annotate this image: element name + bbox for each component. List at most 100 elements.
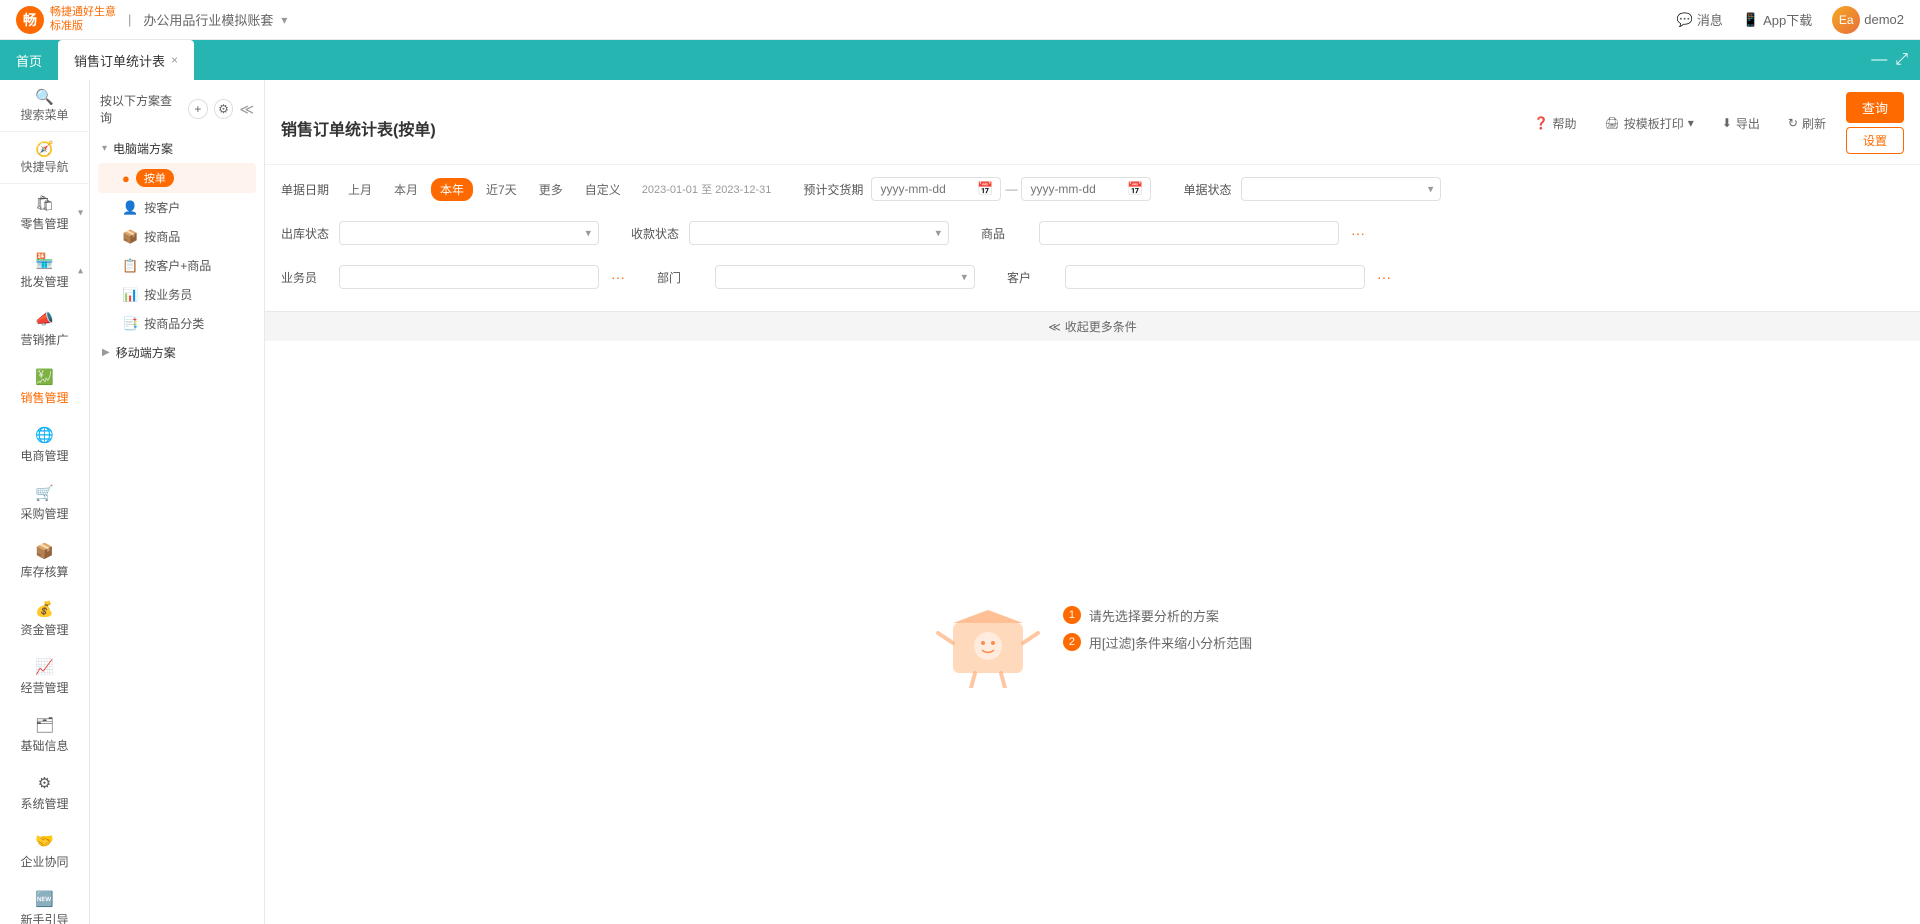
tab-bar: 首页 销售订单统计表 × — ⤢ — [0, 40, 1920, 80]
sidebar-item-finance[interactable]: 💰 资金管理 — [0, 590, 89, 648]
this-month-btn[interactable]: 本月 — [385, 178, 427, 201]
scheme-item-by-customer-product[interactable]: 📋 按客户+商品 — [98, 251, 256, 280]
scheme-item-by-salesperson[interactable]: 📊 按业务员 — [98, 280, 256, 309]
empty-tip-2: 2 用[过滤]条件来缩小分析范围 — [1063, 633, 1252, 652]
tab-sales-order-stats[interactable]: 销售订单统计表 × — [58, 40, 194, 80]
date-quick-filters: 上月 本月 本年 近7天 更多 自定义 — [339, 178, 630, 201]
print-button[interactable]: 🖨 按模板打印 ▾ — [1597, 111, 1702, 136]
delivery-end-input[interactable] — [1021, 177, 1151, 201]
more-btn[interactable]: 更多 — [530, 178, 572, 201]
customer-more-icon[interactable]: ··· — [1377, 269, 1391, 285]
add-scheme-button[interactable]: + — [188, 99, 208, 119]
sidebar: 🔍 搜索菜单 🧭 快捷导航 🛍 零售管理 ▾ 🏪 批发管理 ▴ 📣 营销推广 💹… — [0, 80, 90, 924]
newbie-icon: 🆕 — [35, 890, 54, 908]
mobile-scheme-group-header[interactable]: ▶ 移动端方案 — [98, 338, 256, 367]
product-more-icon[interactable]: ··· — [1351, 225, 1365, 241]
product-label: 商品 — [981, 225, 1031, 242]
sidebar-item-search[interactable]: 🔍 搜索菜单 — [0, 80, 89, 132]
payment-status-select[interactable] — [689, 221, 949, 245]
sidebar-item-operations[interactable]: 📈 经营管理 — [0, 648, 89, 706]
app-download-button[interactable]: 📱 App下载 — [1743, 10, 1812, 29]
filter-department: 部门 — [657, 265, 975, 289]
product-input[interactable] — [1039, 221, 1339, 245]
payment-status-label: 收款状态 — [631, 225, 681, 242]
desktop-scheme-group-header[interactable]: ▾ 电脑端方案 — [98, 134, 256, 163]
sidebar-item-system[interactable]: ⚙ 系统管理 — [0, 764, 89, 822]
delivery-start-input[interactable] — [871, 177, 1001, 201]
logo-area: 畅 畅捷通好生意 标准版 — [16, 6, 116, 34]
salesperson-more-icon[interactable]: ··· — [611, 269, 625, 285]
tab-close-icon[interactable]: × — [171, 53, 178, 67]
scheme-item-by-category[interactable]: 📑 按商品分类 — [98, 309, 256, 338]
sidebar-item-marketing[interactable]: 📣 营销推广 — [0, 300, 89, 358]
dropdown-arrow-icon[interactable]: ▾ — [281, 13, 287, 27]
minimize-button[interactable]: — — [1871, 52, 1887, 68]
customer-input[interactable] — [1065, 265, 1365, 289]
filter-customer: 客户 ··· — [1007, 265, 1391, 289]
base-icon: 🗂 — [35, 716, 54, 734]
collapse-more-conditions[interactable]: ≪ 收起更多条件 — [265, 311, 1920, 341]
delivery-end-wrapper: 📅 — [1021, 177, 1151, 201]
sidebar-item-purchase[interactable]: 🛒 采购管理 — [0, 474, 89, 532]
desktop-group-label: 电脑端方案 — [113, 140, 173, 157]
maximize-button[interactable]: ⤢ — [1895, 52, 1908, 68]
sidebar-item-inventory[interactable]: 📦 库存核算 — [0, 532, 89, 590]
last7days-btn[interactable]: 近7天 — [477, 178, 526, 201]
user-menu[interactable]: Ea demo2 — [1832, 6, 1904, 34]
salesperson-label: 业务员 — [281, 269, 331, 286]
sidebar-item-retail[interactable]: 🛍 零售管理 ▾ — [0, 184, 89, 242]
department-wrapper — [715, 265, 975, 289]
sidebar-item-wholesale[interactable]: 🏪 批发管理 ▴ — [0, 242, 89, 300]
settings-scheme-button[interactable]: ⚙ — [214, 99, 234, 119]
scheme-item-by-customer[interactable]: 👤 按客户 — [98, 193, 256, 222]
help-button[interactable]: ❓ 帮助 — [1526, 111, 1585, 136]
sidebar-item-quicknav[interactable]: 🧭 快捷导航 — [0, 132, 89, 184]
tab-home[interactable]: 首页 — [0, 40, 58, 80]
salesperson-input[interactable] — [339, 265, 599, 289]
export-button[interactable]: ⬇ 导出 — [1714, 111, 1768, 136]
sidebar-item-base[interactable]: 🗂 基础信息 — [0, 706, 89, 764]
collapse-icon: ≪ — [1048, 320, 1061, 334]
doc-status-select[interactable] — [1241, 177, 1441, 201]
payment-status-wrapper — [689, 221, 949, 245]
filter-salesperson: 业务员 ··· — [281, 265, 625, 289]
doc-status-label: 单据状态 — [1183, 181, 1233, 198]
top-bar-right: 💬 消息 📱 App下载 Ea demo2 — [1677, 6, 1904, 34]
settings-button[interactable]: 设置 — [1846, 127, 1904, 154]
empty-illustration — [933, 578, 1043, 688]
sidebar-item-enterprise[interactable]: 🤝 企业协同 — [0, 822, 89, 880]
purchase-icon: 🛒 — [35, 484, 54, 502]
scheme-item-by-product[interactable]: 📦 按商品 — [98, 222, 256, 251]
collapse-panel-button[interactable]: ≪ — [239, 101, 254, 118]
refresh-icon: ↻ — [1788, 116, 1798, 130]
page-header: 销售订单统计表(按单) ❓ 帮助 🖨 按模板打印 ▾ ⬇ 导出 — [265, 80, 1920, 165]
custom-btn[interactable]: 自定义 — [576, 178, 630, 201]
department-select[interactable] — [715, 265, 975, 289]
customer-label: 客户 — [1007, 269, 1057, 286]
this-year-btn[interactable]: 本年 — [431, 178, 473, 201]
compass-icon: 🧭 — [0, 140, 89, 158]
sidebar-item-newbie[interactable]: 🆕 新手引导 — [0, 880, 89, 924]
refresh-button[interactable]: ↻ 刷新 — [1780, 111, 1834, 136]
sidebar-item-sales[interactable]: 💹 销售管理 — [0, 358, 89, 416]
delivery-status-select[interactable] — [339, 221, 599, 245]
tip-number-1: 1 — [1063, 606, 1081, 624]
export-icon: ⬇ — [1722, 116, 1732, 130]
filter-product: 商品 ··· — [981, 221, 1365, 245]
empty-state: 1 请先选择要分析的方案 2 用[过滤]条件来缩小分析范围 — [265, 341, 1920, 924]
delivery-date-label: 预计交货期 — [803, 181, 863, 198]
product-icon: 📦 — [122, 229, 138, 245]
filter-delivery-date: 预计交货期 📅 — 📅 — [803, 177, 1151, 201]
message-button[interactable]: 💬 消息 — [1677, 10, 1723, 29]
query-settings-group: 查询 设置 — [1846, 92, 1904, 154]
tip-number-2: 2 — [1063, 633, 1081, 651]
filter-section: 单据日期 上月 本月 本年 近7天 更多 自定义 2023-01-01 至 20… — [265, 165, 1920, 341]
scheme-item-by-order[interactable]: ● 按单 — [98, 163, 256, 193]
enterprise-icon: 🤝 — [35, 832, 54, 850]
query-button[interactable]: 查询 — [1846, 92, 1904, 123]
last-month-btn[interactable]: 上月 — [339, 178, 381, 201]
sidebar-item-ecommerce[interactable]: 🌐 电商管理 — [0, 416, 89, 474]
empty-svg — [933, 578, 1043, 688]
date-range-text: 2023-01-01 至 2023-12-31 — [642, 181, 772, 197]
ecommerce-icon: 🌐 — [35, 426, 54, 444]
